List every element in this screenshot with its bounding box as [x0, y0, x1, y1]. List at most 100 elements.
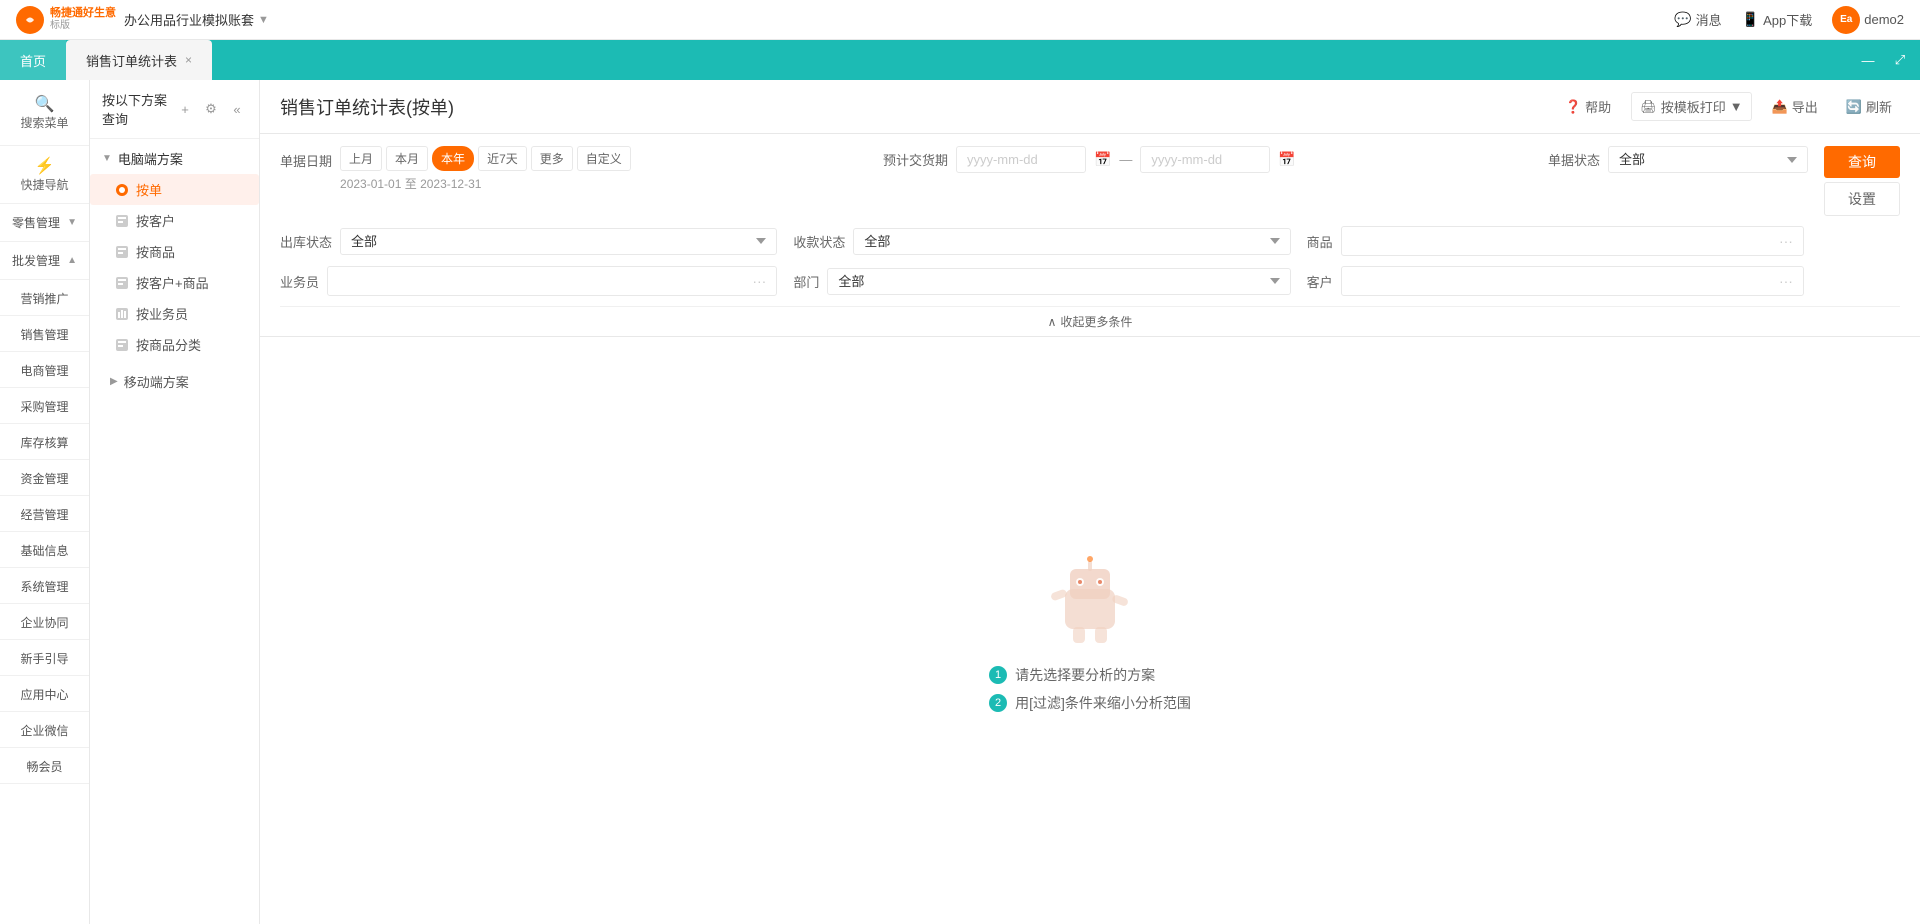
delivery-select[interactable]: 全部 未出库 部分出库 全部出库	[340, 228, 777, 255]
message-label: 消息	[1696, 10, 1722, 29]
scheme-mobile-group-header[interactable]: ▶ 移动端方案	[90, 368, 259, 395]
export-button[interactable]: 📤 导出	[1764, 93, 1826, 120]
empty-tips: 1 请先选择要分析的方案 2 用[过滤]条件来缩小分析范围	[989, 665, 1191, 713]
scheme-item-by-product[interactable]: 按商品	[90, 236, 259, 267]
top-bar-left: 畅捷通好生意 标版 办公用品行业模拟账套 ▼	[16, 6, 269, 34]
help-label: 帮助	[1585, 97, 1611, 116]
help-button[interactable]: ❓ 帮助	[1557, 93, 1619, 120]
customer-input-area[interactable]: ···	[1341, 266, 1804, 296]
sidebar-item-sales[interactable]: 销售管理	[0, 316, 89, 352]
sidebar-item-wholesale[interactable]: 批发管理 ▲	[0, 242, 89, 280]
user-name: demo2	[1864, 12, 1904, 27]
refresh-label: 刷新	[1866, 97, 1892, 116]
payment-label: 收款状态	[793, 232, 845, 251]
date-btn-this-year[interactable]: 本年	[432, 146, 474, 171]
filter-salesperson-group: 业务员 ···	[280, 266, 777, 296]
maximize-icon: ⤢	[1895, 52, 1905, 68]
status-select[interactable]: 全部 待审核 已审核 已完成 已作废	[1608, 146, 1808, 173]
date-separator-icon: —	[1119, 152, 1132, 167]
tab-close-icon[interactable]: ×	[185, 53, 192, 67]
scheme-item-by-product-label: 按商品	[136, 242, 175, 261]
tab-home-label: 首页	[20, 51, 46, 70]
settings-button[interactable]: 设置	[1824, 182, 1900, 216]
payment-select[interactable]: 全部 未收款 部分收款 全部收款	[853, 228, 1290, 255]
sidebar-item-marketing[interactable]: 营销推广	[0, 280, 89, 316]
message-button[interactable]: 💬 消息	[1674, 10, 1721, 29]
scheme-collapse-button[interactable]: «	[227, 99, 247, 119]
date-btn-this-month[interactable]: 本月	[386, 146, 428, 171]
export-icon: 📤	[1772, 99, 1788, 115]
refresh-icon: 🔄	[1846, 99, 1862, 115]
scheme-settings-button[interactable]: ⚙	[201, 99, 221, 119]
right-action-group: 查询 设置	[1824, 146, 1900, 216]
sidebar-item-finance[interactable]: 资金管理	[0, 460, 89, 496]
date-btn-7days[interactable]: 近7天	[478, 146, 527, 171]
refresh-button[interactable]: 🔄 刷新	[1838, 93, 1900, 120]
expected-date-end-input[interactable]	[1140, 146, 1270, 173]
sidebar-search-label: 搜索菜单	[0, 114, 89, 131]
sidebar-item-guide[interactable]: 新手引导	[0, 640, 89, 676]
page-header: 销售订单统计表(按单) ❓ 帮助 🖨 按模板打印 ▼ 📤 导出	[260, 80, 1920, 134]
workspace-selector[interactable]: 办公用品行业模拟账套 ▼	[124, 10, 269, 29]
scheme-desktop-label: 电脑端方案	[118, 149, 183, 168]
sidebar-item-basic[interactable]: 基础信息	[0, 532, 89, 568]
scheme-item-by-customer-product[interactable]: 按客户+商品	[90, 267, 259, 298]
sidebar-item-ecommerce[interactable]: 电商管理	[0, 352, 89, 388]
main-layout: 🔍 搜索菜单 ⚡ 快捷导航 零售管理 ▼ 批发管理 ▲ 营销推广 销售管理 电商…	[0, 80, 1920, 924]
sidebar-item-retail[interactable]: 零售管理 ▼	[0, 204, 89, 242]
sidebar-item-system[interactable]: 系统管理	[0, 568, 89, 604]
date-btn-last-month[interactable]: 上月	[340, 146, 382, 171]
collapse-bar[interactable]: ∧ 收起更多条件	[280, 306, 1900, 336]
cal-icon-1[interactable]: 📅	[1094, 151, 1111, 168]
sidebar-item-purchase[interactable]: 采购管理	[0, 388, 89, 424]
date-btn-more[interactable]: 更多	[531, 146, 573, 171]
scheme-item-by-customer[interactable]: 按客户	[90, 205, 259, 236]
sidebar-item-wechat[interactable]: 企业微信	[0, 712, 89, 748]
department-select[interactable]: 全部	[827, 268, 1290, 295]
tab-bar: 首页 销售订单统计表 × — ⤢	[0, 40, 1920, 80]
app-download-button[interactable]: 📱 App下载	[1742, 10, 1813, 29]
scheme-item-by-salesperson-label: 按业务员	[136, 304, 188, 323]
tab-sales-statistics[interactable]: 销售订单统计表 ×	[66, 40, 212, 80]
user-profile[interactable]: Ea demo2	[1832, 6, 1904, 34]
app-download-icon: 📱	[1742, 11, 1759, 28]
content-area: 按以下方案查询 + ⚙ « ▼ 电脑端方案	[90, 80, 1920, 924]
scheme-panel-actions: + ⚙ «	[175, 99, 247, 119]
filter-row-2: 出库状态 全部 未出库 部分出库 全部出库 收款状态 全部 未收	[280, 226, 1900, 256]
by-customer-icon	[114, 213, 130, 229]
scheme-add-button[interactable]: +	[175, 99, 195, 119]
scheme-item-by-order-label: 按单	[136, 180, 162, 199]
scheme-item-by-category[interactable]: 按商品分类	[90, 329, 259, 360]
sidebar-item-member[interactable]: 畅会员	[0, 748, 89, 784]
logo-text-group: 畅捷通好生意 标版	[50, 7, 116, 32]
filter-expected-date-group: 预计交货期 📅 — 📅	[883, 146, 1296, 173]
tab-minimize-button[interactable]: —	[1856, 48, 1880, 72]
expected-date-start-input[interactable]	[956, 146, 1086, 173]
print-button[interactable]: 🖨 按模板打印 ▼	[1631, 92, 1751, 121]
scheme-desktop-group-header[interactable]: ▼ 电脑端方案	[90, 143, 259, 174]
date-btn-custom[interactable]: 自定义	[577, 146, 631, 171]
query-button[interactable]: 查询	[1824, 146, 1900, 178]
workspace-label: 办公用品行业模拟账套	[124, 10, 254, 29]
tab-maximize-button[interactable]: ⤢	[1888, 48, 1912, 72]
sidebar-item-search[interactable]: 🔍 搜索菜单	[0, 88, 89, 137]
sidebar-item-apps[interactable]: 应用中心	[0, 676, 89, 712]
sidebar-item-operation[interactable]: 经营管理	[0, 496, 89, 532]
scheme-item-by-customer-product-label: 按客户+商品	[136, 273, 209, 292]
customer-label: 客户	[1307, 272, 1333, 291]
tab-home[interactable]: 首页	[0, 40, 66, 80]
sidebar-item-inventory[interactable]: 库存核算	[0, 424, 89, 460]
help-icon: ❓	[1565, 99, 1581, 115]
scheme-item-by-salesperson[interactable]: 按业务员	[90, 298, 259, 329]
cal-icon-2[interactable]: 📅	[1278, 151, 1295, 168]
page-title: 销售订单统计表(按单)	[280, 94, 454, 120]
tip-label-2: 用[过滤]条件来缩小分析范围	[1015, 693, 1191, 713]
filter-row-1: 单据日期 上月 本月 本年 近7天 更多 自定义 2023-01-01 至 20…	[280, 146, 1900, 216]
sidebar-item-enterprise[interactable]: 企业协同	[0, 604, 89, 640]
product-input-area[interactable]: ···	[1341, 226, 1804, 256]
empty-tip-1: 1 请先选择要分析的方案	[989, 665, 1191, 685]
scheme-item-by-order[interactable]: 按单	[90, 174, 259, 205]
salesperson-input-area[interactable]: ···	[327, 266, 777, 296]
filter-area: 单据日期 上月 本月 本年 近7天 更多 自定义 2023-01-01 至 20…	[260, 134, 1920, 337]
sidebar-item-quicknav[interactable]: ⚡ 快捷导航	[0, 150, 89, 199]
